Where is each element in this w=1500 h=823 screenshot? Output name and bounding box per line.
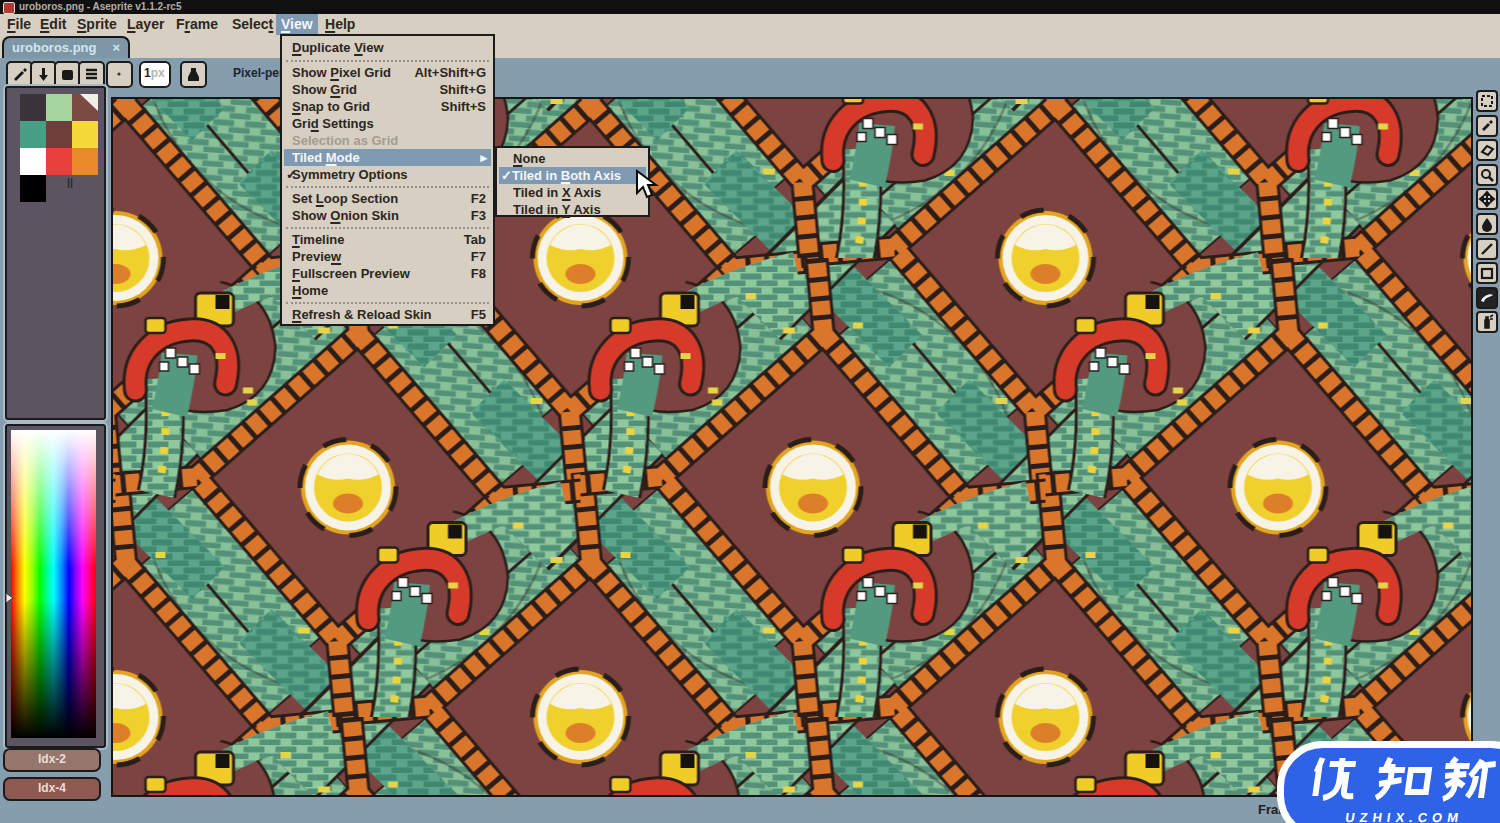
svg-text:UZHIX.COM: UZHIX.COM [1344,810,1464,823]
